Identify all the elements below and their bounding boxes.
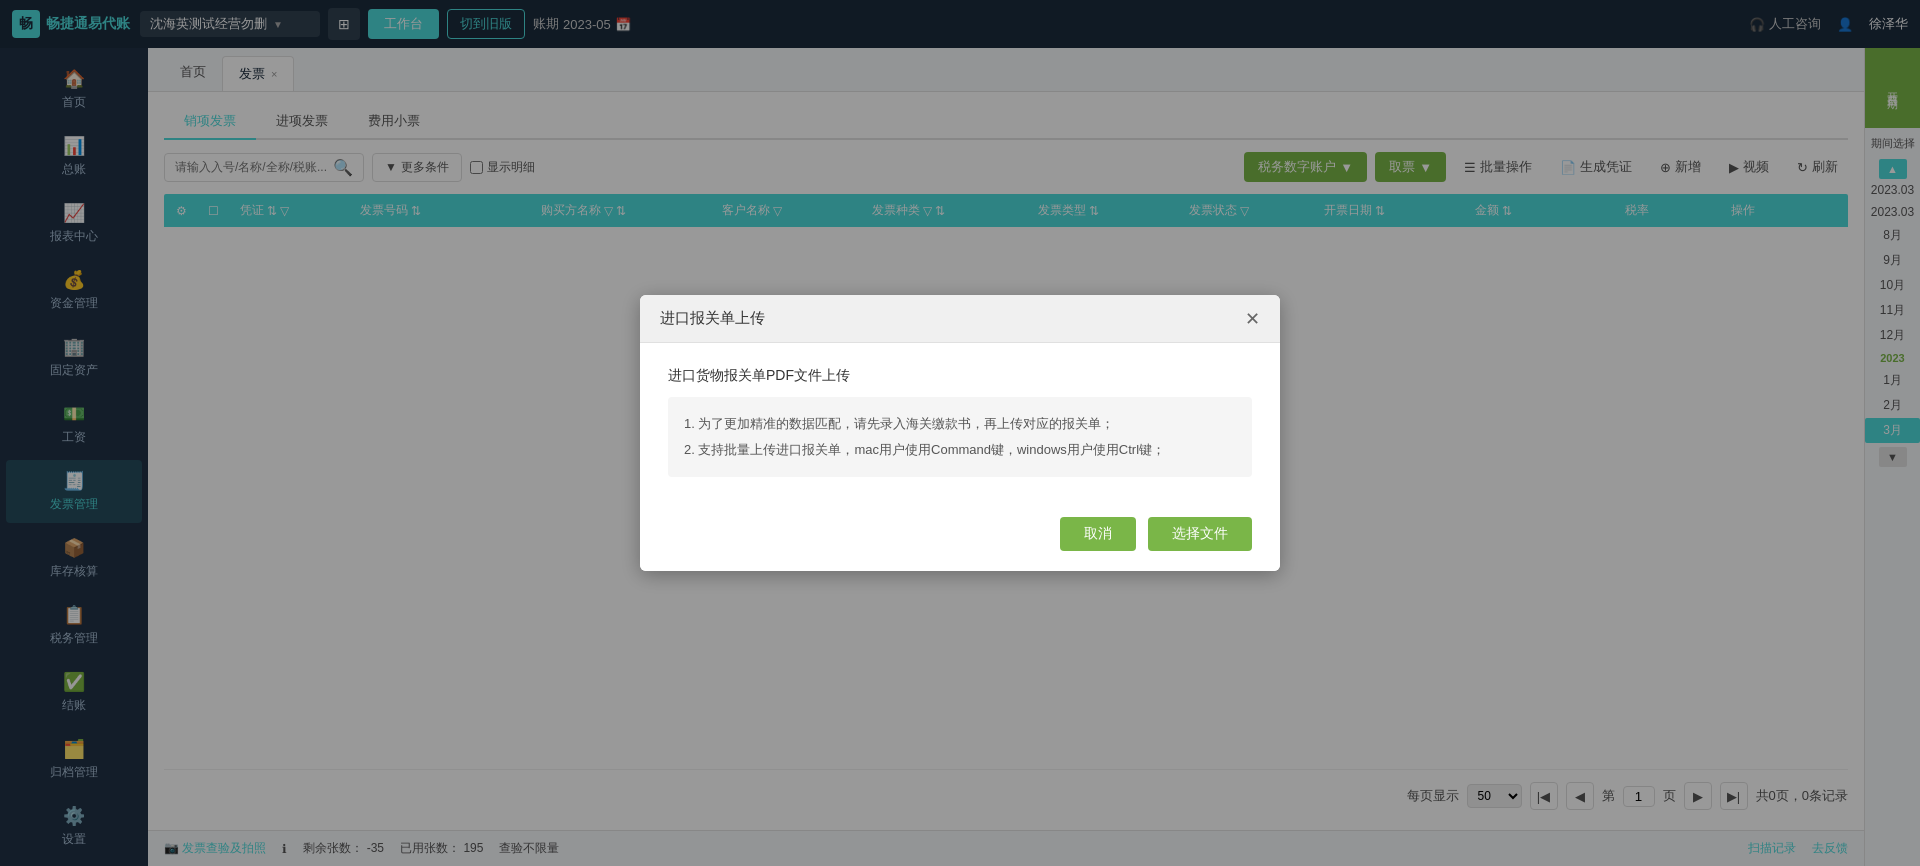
modal-info-box: 1. 为了更加精准的数据匹配，请先录入海关缴款书，再上传对应的报关单； 2. 支… — [668, 397, 1252, 477]
modal-footer: 取消 选择文件 — [640, 501, 1280, 571]
modal-overlay[interactable]: 进口报关单上传 ✕ 进口货物报关单PDF文件上传 1. 为了更加精准的数据匹配，… — [0, 0, 1920, 866]
modal-section-title: 进口货物报关单PDF文件上传 — [668, 367, 1252, 385]
cancel-modal-button[interactable]: 取消 — [1060, 517, 1136, 551]
modal-title: 进口报关单上传 — [660, 309, 765, 328]
modal-close-button[interactable]: ✕ — [1245, 310, 1260, 328]
select-file-button[interactable]: 选择文件 — [1148, 517, 1252, 551]
modal-header: 进口报关单上传 ✕ — [640, 295, 1280, 343]
import-modal: 进口报关单上传 ✕ 进口货物报关单PDF文件上传 1. 为了更加精准的数据匹配，… — [640, 295, 1280, 571]
modal-body: 进口货物报关单PDF文件上传 1. 为了更加精准的数据匹配，请先录入海关缴款书，… — [640, 343, 1280, 501]
modal-info-line-2: 2. 支持批量上传进口报关单，mac用户使用Command键，windows用户… — [684, 437, 1236, 463]
modal-info-line-1: 1. 为了更加精准的数据匹配，请先录入海关缴款书，再上传对应的报关单； — [684, 411, 1236, 437]
